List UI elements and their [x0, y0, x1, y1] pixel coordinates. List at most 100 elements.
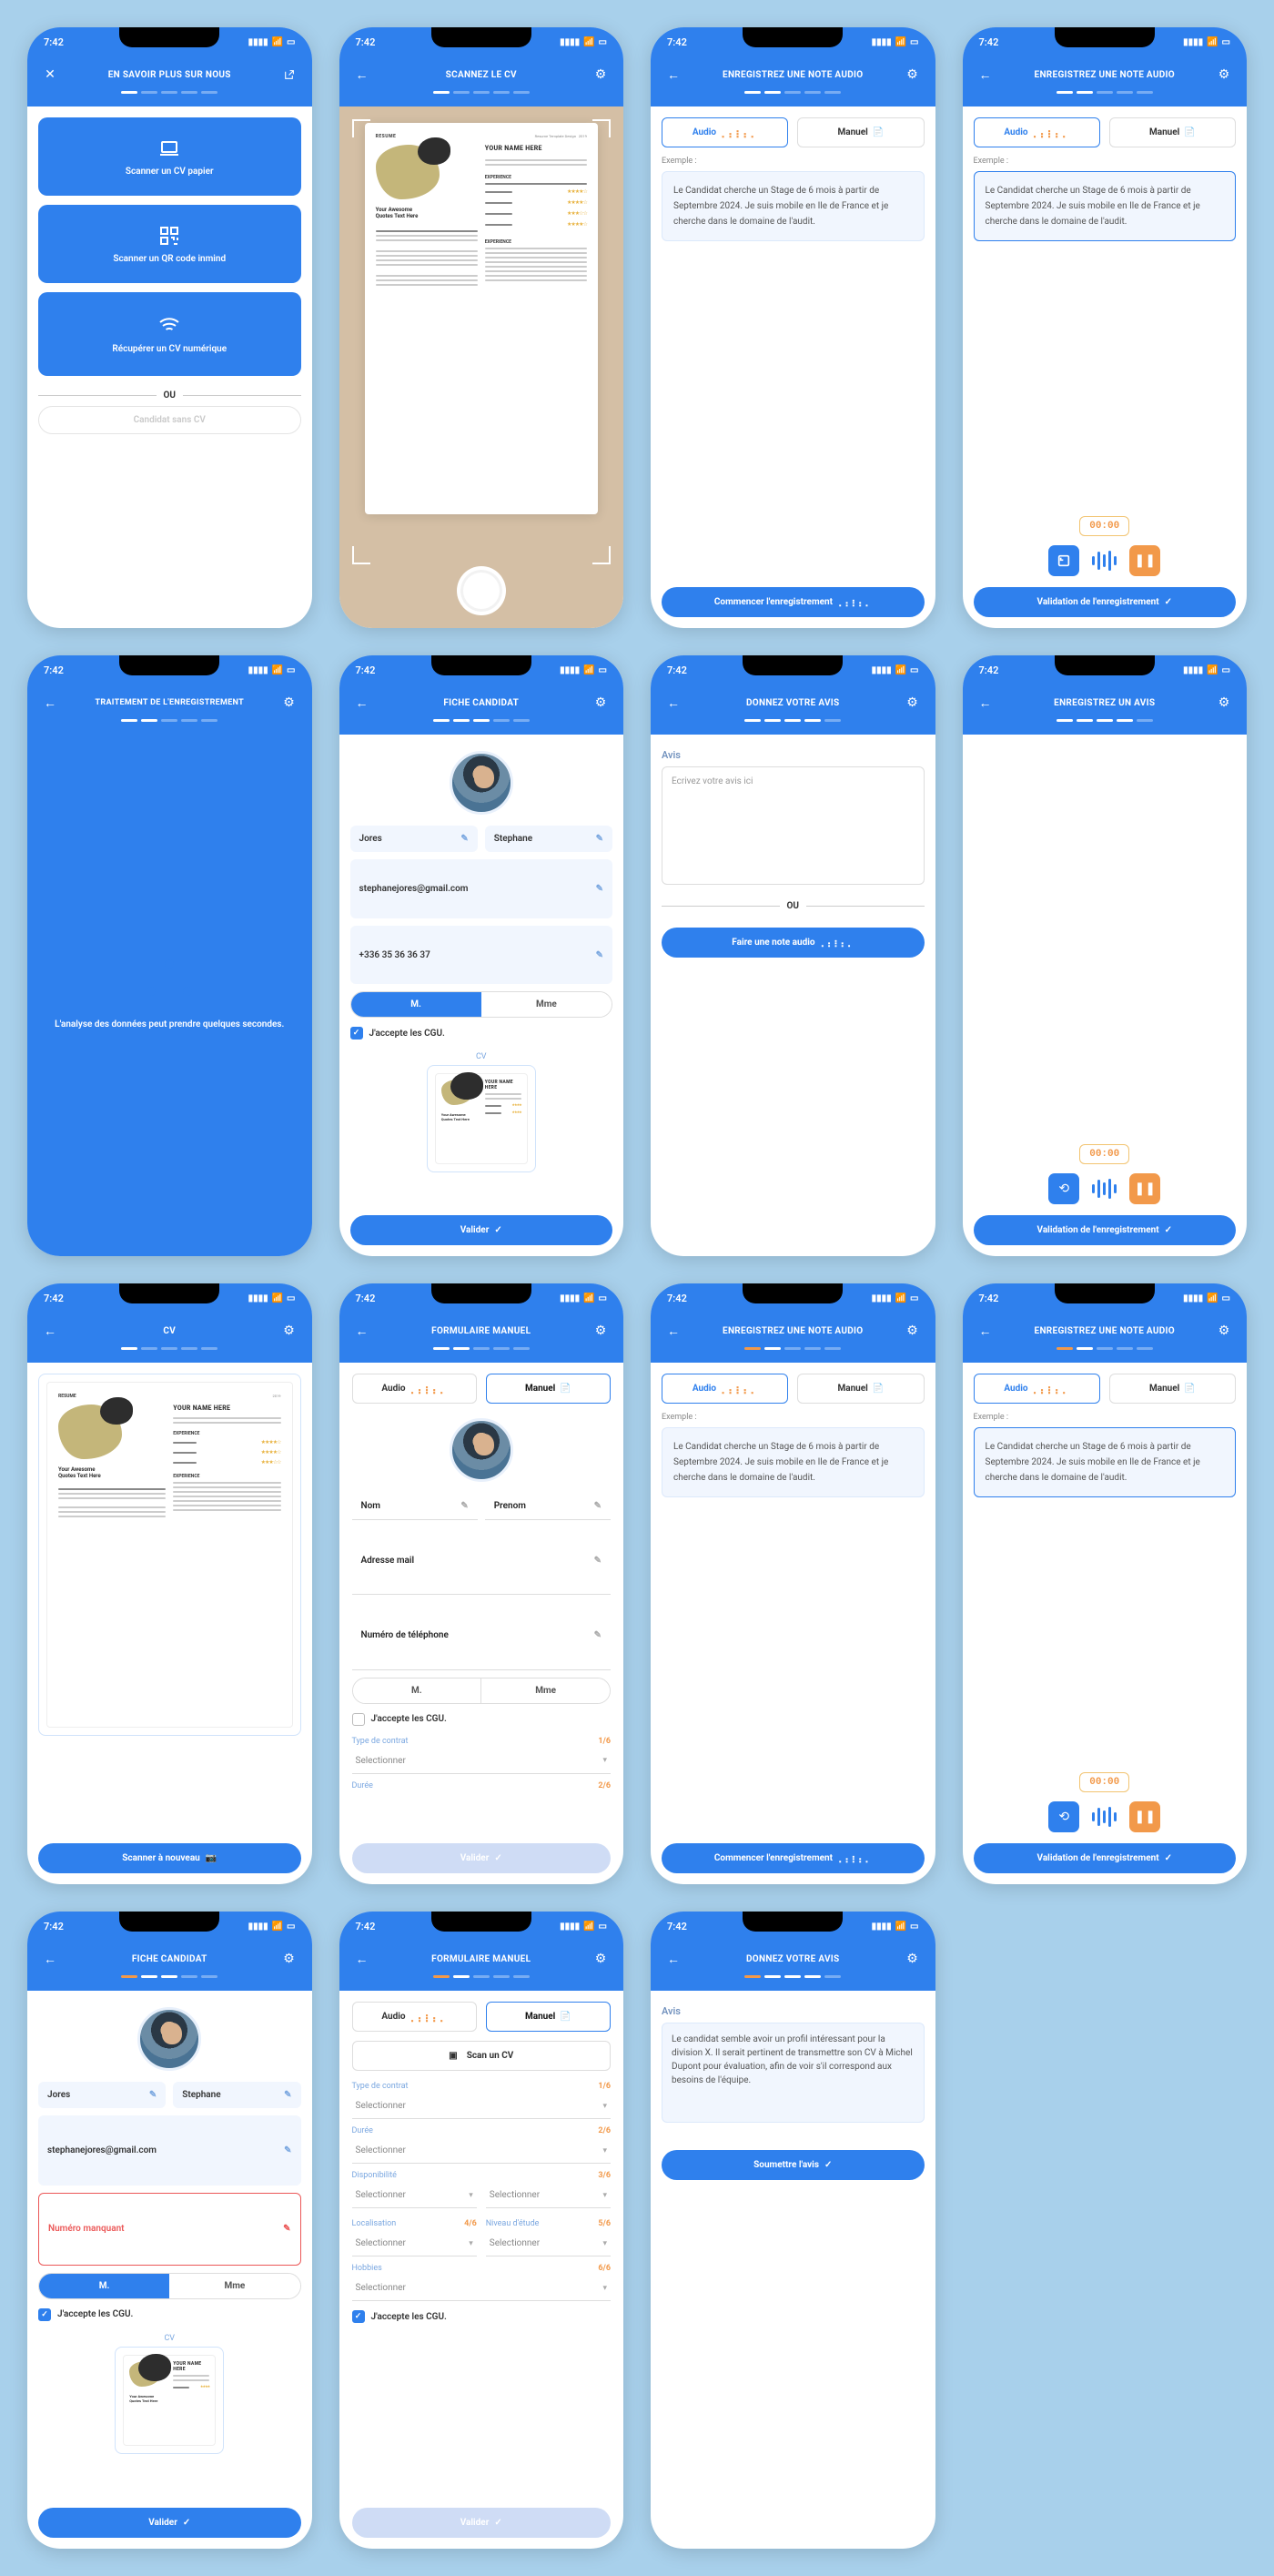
- shutter-button[interactable]: [457, 566, 506, 615]
- gear-icon[interactable]: ⚙: [903, 1949, 923, 1969]
- validate-recording-button[interactable]: Validation de l'enregistrement✓: [974, 587, 1237, 617]
- gear-icon[interactable]: ⚙: [279, 1949, 299, 1969]
- avis-textarea[interactable]: Le candidat semble avoir un profil intér…: [662, 2023, 925, 2123]
- cv-thumbnail[interactable]: Your Awesome Quotes Text HereYOUR NAME H…: [115, 2347, 224, 2454]
- restart-button[interactable]: [1048, 545, 1079, 576]
- back-icon[interactable]: ←: [976, 65, 996, 85]
- open-external-icon[interactable]: [279, 65, 299, 85]
- gender-mme[interactable]: Mme: [481, 992, 612, 1017]
- candidate-no-cv-button[interactable]: Candidat sans CV: [38, 406, 301, 434]
- back-icon[interactable]: ←: [40, 1321, 60, 1341]
- validate-recording-button[interactable]: Validation de l'enregistrement✓: [974, 1843, 1237, 1873]
- gear-icon[interactable]: ⚙: [591, 1321, 611, 1341]
- tab-audio[interactable]: Audio⡀⡄⡆⡄⡀: [662, 1374, 788, 1404]
- duration-select[interactable]: Selectionner▾: [352, 2138, 612, 2164]
- gender-mr[interactable]: M.: [353, 1678, 482, 1703]
- gear-icon[interactable]: ⚙: [279, 693, 299, 713]
- avail-to-select[interactable]: Selectionner▾: [486, 2183, 611, 2208]
- gender-mr[interactable]: M.: [39, 2274, 169, 2298]
- phone-field[interactable]: +336 35 36 36 37✎: [350, 926, 613, 985]
- back-icon[interactable]: ←: [663, 693, 683, 713]
- restart-button[interactable]: ⟲: [1048, 1801, 1079, 1832]
- hobbies-select[interactable]: Selectionner▾: [352, 2276, 612, 2301]
- location-select[interactable]: Selectionner▾: [352, 2231, 477, 2257]
- back-icon[interactable]: ←: [663, 1949, 683, 1969]
- contract-select[interactable]: Selectionner▾: [352, 2094, 612, 2119]
- submit-avis-button[interactable]: Soumettre l'avis✓: [662, 2150, 925, 2180]
- phone-field[interactable]: Numéro de téléphone✎: [352, 1602, 612, 1669]
- gear-icon[interactable]: ⚙: [903, 1321, 923, 1341]
- cv-preview-card[interactable]: RESUME2019 Your Awesome Quotes Text Here…: [38, 1374, 301, 1736]
- tab-manuel[interactable]: Manuel📄: [797, 1374, 924, 1404]
- nom-field[interactable]: Nom✎: [352, 1493, 478, 1520]
- start-recording-button[interactable]: Commencer l'enregistrement⡀⡄⡆⡄⡀: [662, 1843, 925, 1873]
- back-icon[interactable]: ←: [352, 693, 372, 713]
- validate-button[interactable]: Valider✓: [38, 2508, 301, 2538]
- tab-manuel[interactable]: Manuel📄: [1109, 1374, 1236, 1404]
- avail-from-select[interactable]: Selectionner▾: [352, 2183, 477, 2208]
- retrieve-digital-cv-button[interactable]: Récupérer un CV numérique: [38, 292, 301, 376]
- scan-cv-button[interactable]: ▣Scan un CV: [352, 2041, 612, 2071]
- gender-mme[interactable]: Mme: [481, 1678, 610, 1703]
- back-icon[interactable]: ←: [976, 693, 996, 713]
- gear-icon[interactable]: ⚙: [1214, 65, 1234, 85]
- back-icon[interactable]: ←: [663, 1321, 683, 1341]
- chevron-down-icon: ▾: [602, 2146, 607, 2155]
- gender-mme[interactable]: Mme: [169, 2274, 299, 2298]
- tab-manuel[interactable]: Manuel📄: [1109, 117, 1236, 147]
- prenom-field[interactable]: Prenom✎: [485, 1493, 611, 1520]
- lastname-field[interactable]: Stephane✎: [173, 2082, 300, 2108]
- gear-icon[interactable]: ⚙: [1214, 693, 1234, 713]
- pause-button[interactable]: ❚❚: [1129, 1173, 1160, 1204]
- start-recording-button[interactable]: Commencer l'enregistrement⡀⡄⡆⡄⡀: [662, 587, 925, 617]
- cgu-row[interactable]: ✓J'accepte les CGU.: [38, 2308, 301, 2321]
- tab-audio[interactable]: Audio⡀⡄⡆⡄⡀: [352, 2002, 477, 2032]
- gear-icon[interactable]: ⚙: [903, 693, 923, 713]
- tab-audio[interactable]: Audio⡀⡄⡆⡄⡀: [974, 117, 1100, 147]
- validate-button[interactable]: Valider✓: [350, 1215, 613, 1245]
- gear-icon[interactable]: ⚙: [591, 1949, 611, 1969]
- tab-manuel[interactable]: Manuel📄: [486, 2002, 611, 2032]
- tab-audio[interactable]: Audio⡀⡄⡆⡄⡀: [662, 117, 788, 147]
- cgu-row[interactable]: ✓J'accepte les CGU.: [352, 2310, 612, 2323]
- firstname-field[interactable]: Jores✎: [350, 826, 478, 852]
- restart-button[interactable]: ⟲: [1048, 1173, 1079, 1204]
- email-field[interactable]: stephanejores@gmail.com✎: [350, 859, 613, 918]
- gear-icon[interactable]: ⚙: [591, 693, 611, 713]
- cgu-row[interactable]: ✓J'accepte les CGU.: [350, 1027, 613, 1040]
- lastname-field[interactable]: Stephane✎: [485, 826, 612, 852]
- gear-icon[interactable]: ⚙: [591, 65, 611, 85]
- close-icon[interactable]: ✕: [40, 65, 60, 85]
- education-select[interactable]: Selectionner▾: [486, 2231, 611, 2257]
- gear-icon[interactable]: ⚙: [903, 65, 923, 85]
- contract-select[interactable]: Selectionner▾: [352, 1749, 612, 1774]
- rescan-button[interactable]: Scanner à nouveau📷: [38, 1843, 301, 1873]
- back-icon[interactable]: ←: [40, 1949, 60, 1969]
- gender-mr[interactable]: M.: [351, 992, 481, 1017]
- phone-field-error[interactable]: Numéro manquant✎: [38, 2193, 301, 2265]
- back-icon[interactable]: ←: [352, 1321, 372, 1341]
- avis-textarea[interactable]: Ecrivez votre avis ici: [662, 766, 925, 885]
- back-icon[interactable]: ←: [40, 693, 60, 713]
- tab-manuel[interactable]: Manuel📄: [486, 1374, 611, 1404]
- audio-note-button[interactable]: Faire une note audio⡀⡄⡆⡄⡀: [662, 928, 925, 958]
- tab-audio[interactable]: Audio⡀⡄⡆⡄⡀: [352, 1374, 477, 1404]
- gear-icon[interactable]: ⚙: [1214, 1321, 1234, 1341]
- tab-audio[interactable]: Audio⡀⡄⡆⡄⡀: [974, 1374, 1100, 1404]
- pause-button[interactable]: ❚❚: [1129, 545, 1160, 576]
- back-icon[interactable]: ←: [352, 1949, 372, 1969]
- email-field[interactable]: stephanejores@gmail.com✎: [38, 2115, 301, 2186]
- back-icon[interactable]: ←: [976, 1321, 996, 1341]
- scan-paper-cv-button[interactable]: Scanner un CV papier: [38, 117, 301, 196]
- cv-thumbnail[interactable]: Your Awesome Quotes Text HereYOUR NAME H…: [427, 1065, 536, 1172]
- back-icon[interactable]: ←: [352, 65, 372, 85]
- pause-button[interactable]: ❚❚: [1129, 1801, 1160, 1832]
- back-icon[interactable]: ←: [663, 65, 683, 85]
- firstname-field[interactable]: Jores✎: [38, 2082, 166, 2108]
- tab-manuel[interactable]: Manuel📄: [797, 117, 924, 147]
- email-field[interactable]: Adresse mail✎: [352, 1527, 612, 1595]
- cgu-row[interactable]: J'accepte les CGU.: [352, 1713, 612, 1726]
- gear-icon[interactable]: ⚙: [279, 1321, 299, 1341]
- scan-qr-button[interactable]: Scanner un QR code inmind: [38, 205, 301, 283]
- validate-recording-button[interactable]: Validation de l'enregistrement✓: [974, 1215, 1237, 1245]
